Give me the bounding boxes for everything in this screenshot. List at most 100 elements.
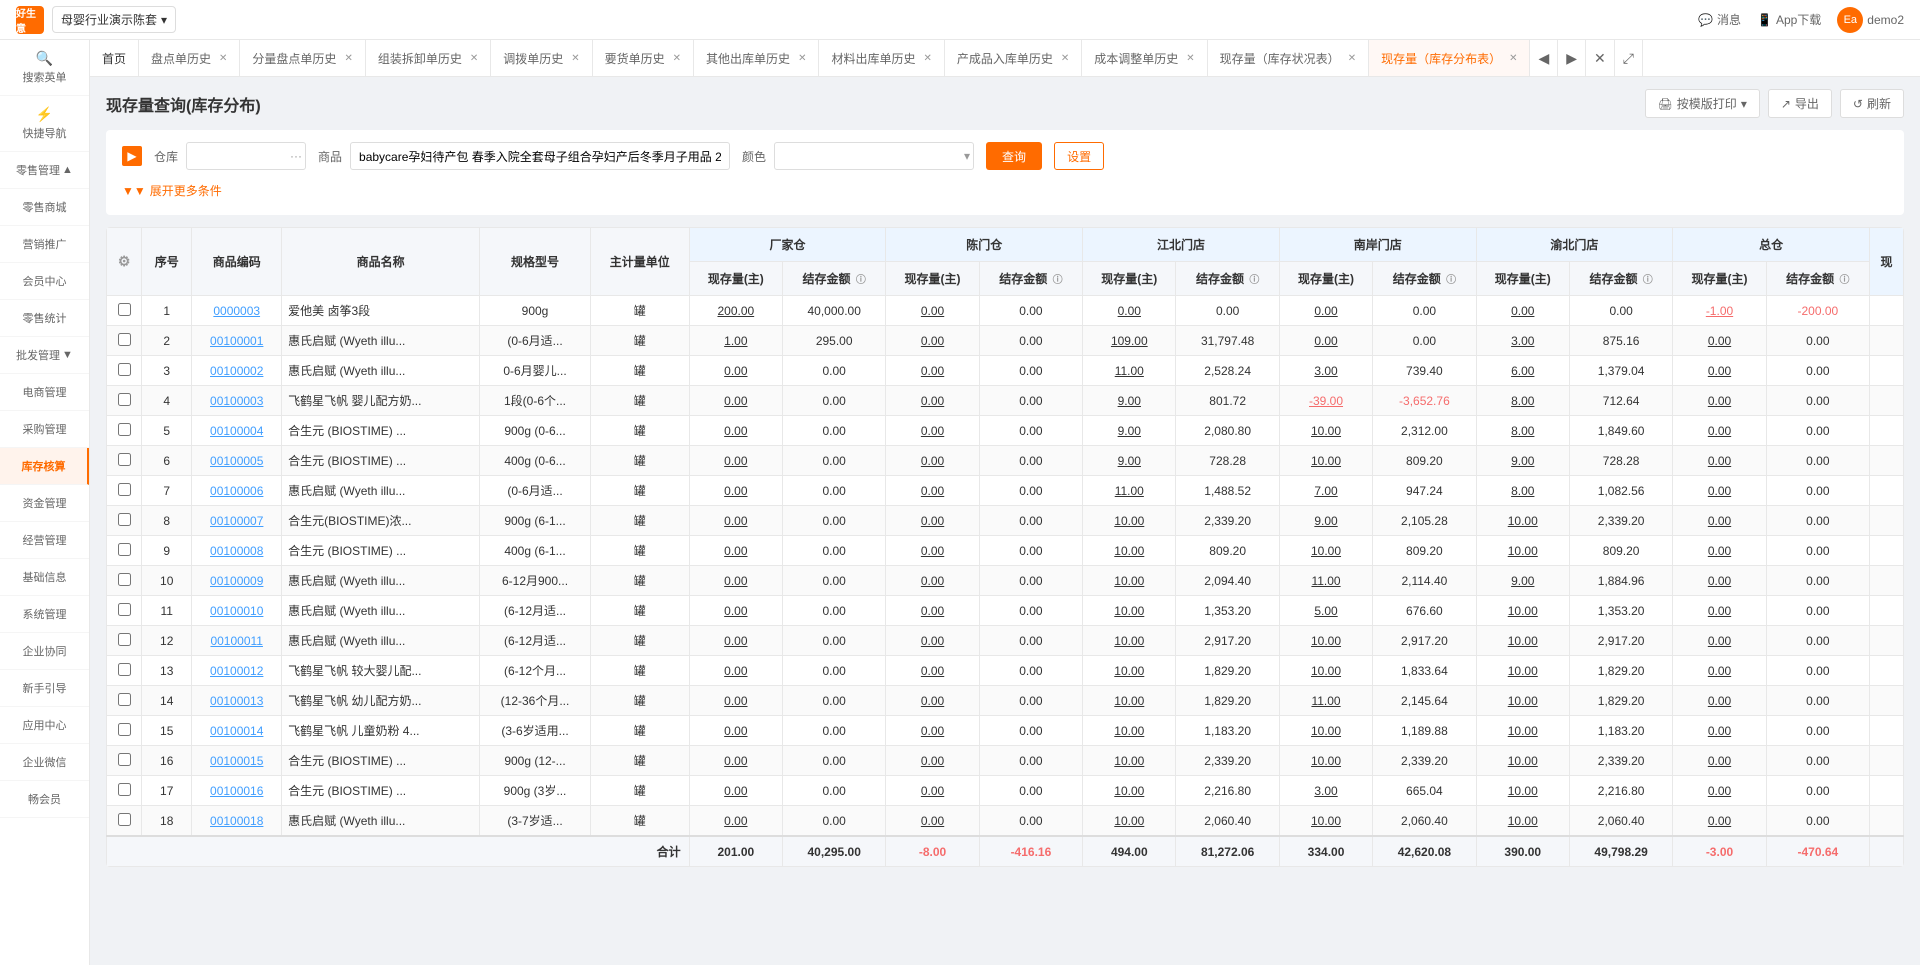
row-total-stock[interactable]: 0.00 bbox=[1673, 656, 1766, 686]
row-chen-stock[interactable]: 0.00 bbox=[886, 566, 979, 596]
sidebar-item-system[interactable]: 系统管理 bbox=[0, 596, 89, 633]
tab-close-10[interactable]: ✕ bbox=[1509, 53, 1517, 64]
row-chen-stock[interactable]: 0.00 bbox=[886, 416, 979, 446]
row-nanbin-stock[interactable]: 10.00 bbox=[1279, 536, 1372, 566]
row-code[interactable]: 00100011 bbox=[192, 626, 282, 656]
row-total-stock[interactable]: 0.00 bbox=[1673, 806, 1766, 837]
sidebar-item-enterprise[interactable]: 企业协同 bbox=[0, 633, 89, 670]
sidebar-item-retail-mgmt[interactable]: 零售管理 ▲ bbox=[0, 152, 89, 189]
row-code[interactable]: 00100001 bbox=[192, 326, 282, 356]
row-checkbox[interactable] bbox=[107, 536, 142, 566]
row-code[interactable]: 00100006 bbox=[192, 476, 282, 506]
row-nanbin-stock[interactable]: 10.00 bbox=[1279, 746, 1372, 776]
row-yubei-stock[interactable]: 9.00 bbox=[1476, 446, 1569, 476]
row-nanbin-stock[interactable]: -39.00 bbox=[1279, 386, 1372, 416]
row-jiangbei-stock[interactable]: 10.00 bbox=[1083, 656, 1176, 686]
sidebar-item-marketing[interactable]: 营销推广 bbox=[0, 226, 89, 263]
row-factory-stock[interactable]: 200.00 bbox=[689, 296, 782, 326]
row-jiangbei-stock[interactable]: 0.00 bbox=[1083, 296, 1176, 326]
tab-close-8[interactable]: ✕ bbox=[1186, 53, 1194, 64]
tab-assembly-history[interactable]: 组装拆卸单历史 ✕ bbox=[366, 40, 491, 76]
row-factory-stock[interactable]: 0.00 bbox=[689, 566, 782, 596]
row-factory-stock[interactable]: 0.00 bbox=[689, 686, 782, 716]
row-total-stock[interactable]: 0.00 bbox=[1673, 626, 1766, 656]
row-checkbox[interactable] bbox=[107, 776, 142, 806]
row-code[interactable]: 00100008 bbox=[192, 536, 282, 566]
row-nanbin-stock[interactable]: 5.00 bbox=[1279, 596, 1372, 626]
print-button[interactable]: 🖨 按模版打印 ▾ bbox=[1645, 89, 1760, 118]
row-code[interactable]: 00100016 bbox=[192, 776, 282, 806]
tab-home[interactable]: 首页 bbox=[90, 40, 139, 76]
row-chen-stock[interactable]: 0.00 bbox=[886, 356, 979, 386]
row-checkbox[interactable] bbox=[107, 416, 142, 446]
sidebar-item-finance[interactable]: 资金管理 bbox=[0, 485, 89, 522]
row-yubei-stock[interactable]: 9.00 bbox=[1476, 566, 1569, 596]
tab-close-4[interactable]: ✕ bbox=[673, 53, 681, 64]
expand-conditions[interactable]: ▼▼ 展开更多条件 bbox=[122, 178, 1888, 203]
settings-button[interactable]: 设置 bbox=[1054, 142, 1104, 170]
row-nanbin-stock[interactable]: 10.00 bbox=[1279, 716, 1372, 746]
row-jiangbei-stock[interactable]: 10.00 bbox=[1083, 686, 1176, 716]
row-total-stock[interactable]: 0.00 bbox=[1673, 446, 1766, 476]
tab-nav-left[interactable]: ◀ bbox=[1530, 40, 1558, 76]
row-checkbox[interactable] bbox=[107, 656, 142, 686]
row-yubei-stock[interactable]: 10.00 bbox=[1476, 656, 1569, 686]
row-chen-stock[interactable]: 0.00 bbox=[886, 386, 979, 416]
tab-transfer-history[interactable]: 调拨单历史 ✕ bbox=[491, 40, 592, 76]
row-factory-stock[interactable]: 0.00 bbox=[689, 746, 782, 776]
row-checkbox[interactable] bbox=[107, 596, 142, 626]
row-checkbox[interactable] bbox=[107, 296, 142, 326]
sidebar-item-search[interactable]: 🔍 搜索英单 bbox=[0, 40, 89, 96]
row-yubei-stock[interactable]: 10.00 bbox=[1476, 686, 1569, 716]
row-yubei-stock[interactable]: 10.00 bbox=[1476, 596, 1569, 626]
row-yubei-stock[interactable]: 0.00 bbox=[1476, 296, 1569, 326]
row-nanbin-stock[interactable]: 3.00 bbox=[1279, 776, 1372, 806]
row-code[interactable]: 00100009 bbox=[192, 566, 282, 596]
row-factory-stock[interactable]: 0.00 bbox=[689, 386, 782, 416]
sidebar-item-purchase[interactable]: 采购管理 bbox=[0, 411, 89, 448]
row-chen-stock[interactable]: 0.00 bbox=[886, 326, 979, 356]
sidebar-item-member[interactable]: 会员中心 bbox=[0, 263, 89, 300]
row-total-stock[interactable]: 0.00 bbox=[1673, 506, 1766, 536]
row-chen-stock[interactable]: 0.00 bbox=[886, 656, 979, 686]
row-code[interactable]: 00100014 bbox=[192, 716, 282, 746]
tab-close-2[interactable]: ✕ bbox=[470, 53, 478, 64]
row-factory-stock[interactable]: 0.00 bbox=[689, 806, 782, 837]
color-input[interactable] bbox=[774, 142, 974, 170]
row-jiangbei-stock[interactable]: 10.00 bbox=[1083, 806, 1176, 837]
row-nanbin-stock[interactable]: 7.00 bbox=[1279, 476, 1372, 506]
row-jiangbei-stock[interactable]: 10.00 bbox=[1083, 776, 1176, 806]
tab-close-all[interactable]: ✕ bbox=[1586, 40, 1615, 76]
row-total-stock[interactable]: 0.00 bbox=[1673, 326, 1766, 356]
row-nanbin-stock[interactable]: 9.00 bbox=[1279, 506, 1372, 536]
row-nanbin-stock[interactable]: 10.00 bbox=[1279, 626, 1372, 656]
row-total-stock[interactable]: 0.00 bbox=[1673, 416, 1766, 446]
tab-close-5[interactable]: ✕ bbox=[798, 53, 806, 64]
row-checkbox[interactable] bbox=[107, 566, 142, 596]
tab-close-1[interactable]: ✕ bbox=[344, 53, 352, 64]
row-nanbin-stock[interactable]: 10.00 bbox=[1279, 656, 1372, 686]
row-total-stock[interactable]: 0.00 bbox=[1673, 476, 1766, 506]
row-checkbox[interactable] bbox=[107, 746, 142, 776]
sidebar-item-retail-stats[interactable]: 零售统计 bbox=[0, 300, 89, 337]
search-button[interactable]: 查询 bbox=[986, 142, 1042, 170]
row-checkbox[interactable] bbox=[107, 626, 142, 656]
tab-inventory-distribution[interactable]: 现存量（库存分布表） ✕ bbox=[1369, 40, 1530, 76]
row-yubei-stock[interactable]: 10.00 bbox=[1476, 536, 1569, 566]
tab-close-9[interactable]: ✕ bbox=[1348, 53, 1356, 64]
row-yubei-stock[interactable]: 8.00 bbox=[1476, 416, 1569, 446]
sidebar-item-retail-mall[interactable]: 零售商城 bbox=[0, 189, 89, 226]
row-chen-stock[interactable]: 0.00 bbox=[886, 686, 979, 716]
row-jiangbei-stock[interactable]: 11.00 bbox=[1083, 356, 1176, 386]
row-nanbin-stock[interactable]: 11.00 bbox=[1279, 686, 1372, 716]
row-chen-stock[interactable]: 0.00 bbox=[886, 506, 979, 536]
row-yubei-stock[interactable]: 10.00 bbox=[1476, 716, 1569, 746]
warehouse-dots-btn[interactable]: ··· bbox=[290, 149, 302, 163]
row-code[interactable]: 00100013 bbox=[192, 686, 282, 716]
row-jiangbei-stock[interactable]: 109.00 bbox=[1083, 326, 1176, 356]
row-factory-stock[interactable]: 0.00 bbox=[689, 476, 782, 506]
tab-product-inbound[interactable]: 产成品入库单历史 ✕ bbox=[945, 40, 1082, 76]
row-factory-stock[interactable]: 0.00 bbox=[689, 626, 782, 656]
settings-icon[interactable]: ⚙ bbox=[118, 253, 131, 269]
row-chen-stock[interactable]: 0.00 bbox=[886, 476, 979, 506]
